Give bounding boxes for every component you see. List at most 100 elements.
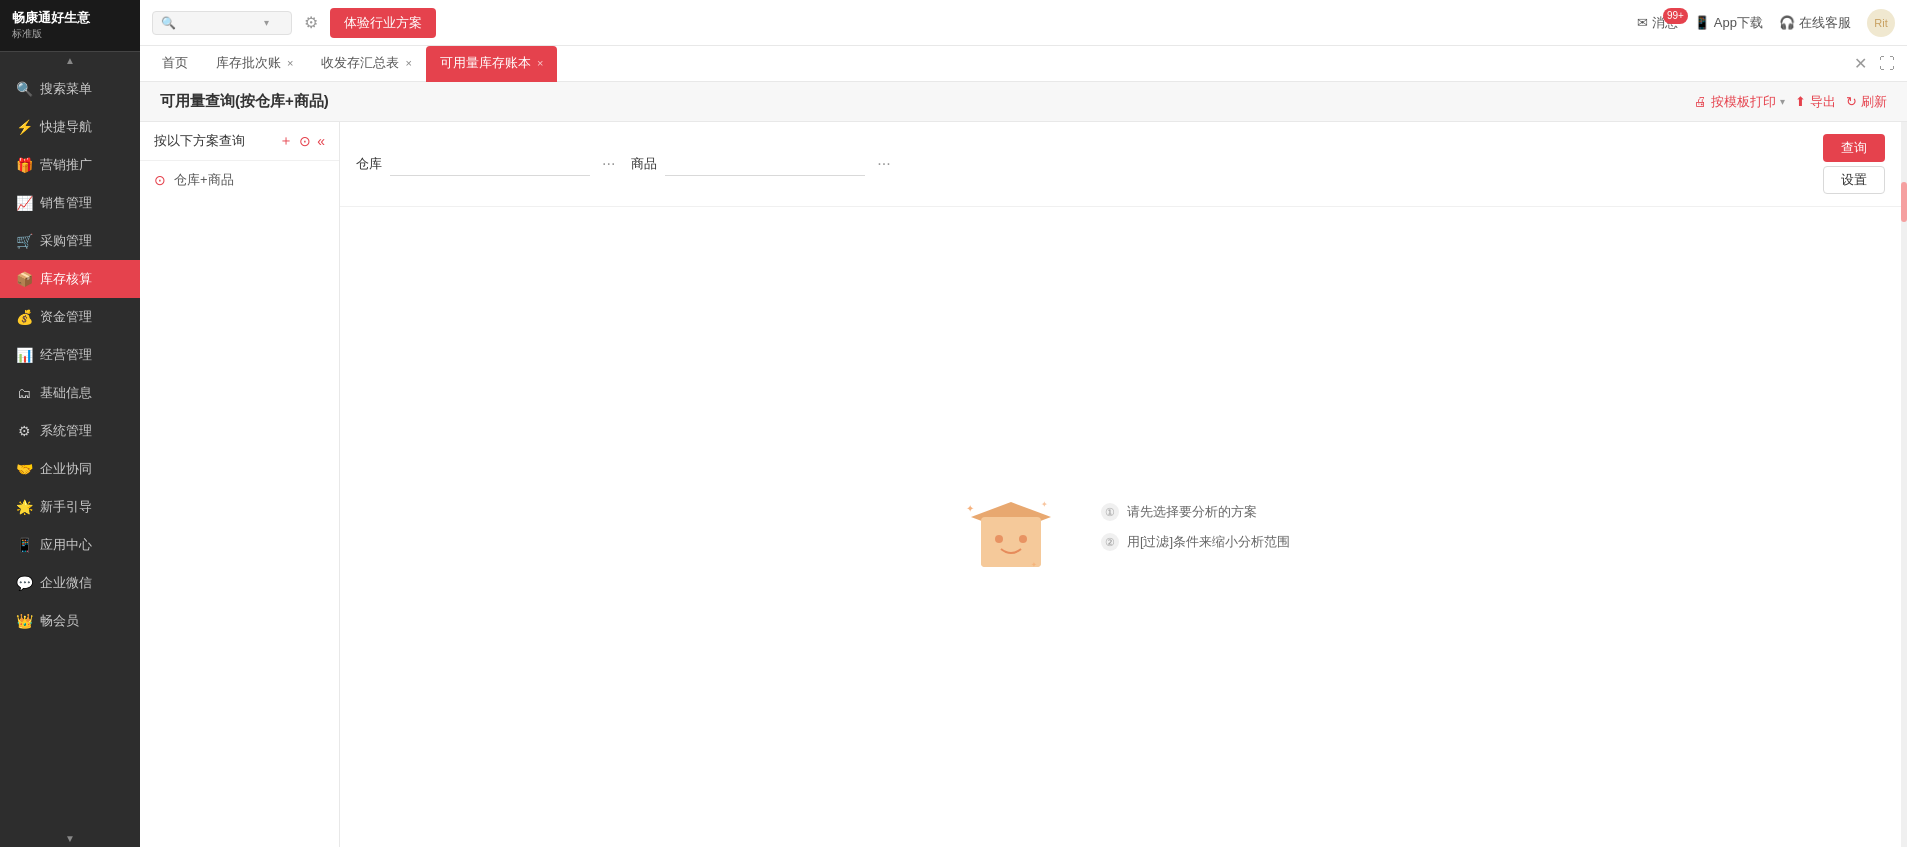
warehouse-field: 仓库 ··· — [356, 152, 615, 176]
sidebar-scroll-down[interactable]: ▼ — [0, 829, 140, 847]
sidebar-item-inventory[interactable]: 📦 库存核算 — [0, 260, 140, 298]
warehouse-icon: ⊙ — [154, 172, 166, 188]
product-label: 商品 — [631, 155, 657, 173]
gear-icon[interactable]: ⚙ — [300, 9, 322, 36]
empty-text: ① 请先选择要分析的方案 ② 用[过滤]条件来缩小分析范围 — [1101, 503, 1290, 551]
sidebar-item-operation[interactable]: 📊 经营管理 — [0, 336, 140, 374]
tab-summary-close[interactable]: × — [405, 57, 411, 69]
sidebar-item-purchase[interactable]: 🛒 采购管理 — [0, 222, 140, 260]
avatar[interactable]: Rit — [1867, 9, 1895, 37]
sidebar-item-label: 新手引导 — [40, 498, 92, 516]
empty-num-1: ① — [1101, 503, 1119, 521]
tab-batch-close[interactable]: × — [287, 57, 293, 69]
sidebar-item-label: 营销推广 — [40, 156, 92, 174]
tab-summary[interactable]: 收发存汇总表 × — [307, 46, 425, 82]
tab-available-close[interactable]: × — [537, 57, 543, 69]
sidebar-item-label: 企业协同 — [40, 460, 92, 478]
sales-icon: 📈 — [16, 195, 32, 211]
sidebar-item-finance[interactable]: 💰 资金管理 — [0, 298, 140, 336]
sidebar-scroll-up[interactable]: ▲ — [0, 52, 140, 70]
empty-illustration: ✦ ✦ ✦ — [951, 467, 1071, 587]
enterprise-icon: 🤝 — [16, 461, 32, 477]
filter-header: 按以下方案查询 ＋ ⊙ « — [140, 122, 339, 161]
sidebar-item-guide[interactable]: 🌟 新手引导 — [0, 488, 140, 526]
sidebar-item-enterprise[interactable]: 🤝 企业协同 — [0, 450, 140, 488]
message-btn[interactable]: ✉ 消息 99+ — [1637, 14, 1678, 32]
online-service-btn[interactable]: 🎧 在线客服 — [1779, 14, 1851, 32]
filter-add-btn[interactable]: ＋ — [279, 132, 293, 150]
gift-icon: 🎁 — [16, 157, 32, 173]
sidebar-item-search[interactable]: 🔍 搜索菜单 — [0, 70, 140, 108]
empty-hint-2-text: 用[过滤]条件来缩小分析范围 — [1127, 533, 1290, 551]
tab-home[interactable]: 首页 — [148, 46, 202, 82]
app-download-btn[interactable]: 📱 App下载 — [1694, 14, 1763, 32]
sidebar-item-shortcut[interactable]: ⚡ 快捷导航 — [0, 108, 140, 146]
filter-item-label: 仓库+商品 — [174, 171, 234, 189]
right-scrollbar — [1901, 122, 1907, 847]
industry-btn[interactable]: 体验行业方案 — [330, 8, 436, 38]
sidebar-item-label: 快捷导航 — [40, 118, 92, 136]
search-icon: 🔍 — [16, 81, 32, 97]
query-btn[interactable]: 查询 — [1823, 134, 1885, 162]
message-icon: ✉ — [1637, 15, 1648, 30]
app-download-label: App下载 — [1714, 14, 1763, 32]
sidebar-item-member[interactable]: 👑 畅会员 — [0, 602, 140, 640]
tab-batch-label: 库存批次账 — [216, 54, 281, 72]
svg-point-4 — [1019, 535, 1027, 543]
filter-collapse-btn[interactable]: « — [317, 132, 325, 150]
filter-warehouse-product[interactable]: ⊙ 仓库+商品 — [140, 161, 339, 199]
filter-settings-btn[interactable]: ⊙ — [299, 132, 311, 150]
system-icon: ⚙ — [16, 423, 32, 439]
page-actions: 🖨 按模板打印 ▾ ⬆ 导出 ↻ 刷新 — [1694, 93, 1887, 111]
sidebar-item-basicinfo[interactable]: 🗂 基础信息 — [0, 374, 140, 412]
empty-state: ✦ ✦ ✦ ① 请先选择要分析的方案 ② 用[过滤]条件来缩小分析范围 — [340, 207, 1901, 847]
operation-icon: 📊 — [16, 347, 32, 363]
empty-svg: ✦ ✦ ✦ — [951, 467, 1071, 587]
sidebar-item-sales[interactable]: 📈 销售管理 — [0, 184, 140, 222]
finance-icon: 💰 — [16, 309, 32, 325]
setting-btn[interactable]: 设置 — [1823, 166, 1885, 194]
sidebar-item-label: 经营管理 — [40, 346, 92, 364]
page-title: 可用量查询(按仓库+商品) — [160, 92, 329, 111]
sidebar-item-label: 企业微信 — [40, 574, 92, 592]
filter-title: 按以下方案查询 — [154, 132, 245, 150]
sidebar-item-system[interactable]: ⚙ 系统管理 — [0, 412, 140, 450]
phone-icon: 📱 — [1694, 15, 1710, 30]
print-btn[interactable]: 🖨 按模板打印 ▾ — [1694, 93, 1785, 111]
product-dots[interactable]: ··· — [877, 155, 890, 173]
warehouse-dots[interactable]: ··· — [602, 155, 615, 173]
sidebar-item-wechat[interactable]: 💬 企业微信 — [0, 564, 140, 602]
shortcut-icon: ⚡ — [16, 119, 32, 135]
message-badge: 99+ — [1663, 8, 1688, 24]
guide-icon: 🌟 — [16, 499, 32, 515]
tab-batch[interactable]: 库存批次账 × — [202, 46, 307, 82]
product-field: 商品 ··· — [631, 152, 890, 176]
svg-text:✦: ✦ — [1031, 561, 1037, 568]
sidebar-item-appcenter[interactable]: 📱 应用中心 — [0, 526, 140, 564]
sidebar-nav: 🔍 搜索菜单 ⚡ 快捷导航 🎁 营销推广 📈 销售管理 🛒 采购管理 📦 库存核… — [0, 70, 140, 829]
online-service-label: 在线客服 — [1799, 14, 1851, 32]
tab-expand-btn[interactable]: ⛶ — [1875, 50, 1899, 77]
refresh-label: 刷新 — [1861, 93, 1887, 111]
search-input[interactable] — [180, 16, 260, 30]
print-icon: 🖨 — [1694, 94, 1707, 109]
svg-text:✦: ✦ — [1041, 500, 1048, 509]
chevron-down-icon: ▾ — [264, 17, 269, 28]
warehouse-input[interactable] — [390, 152, 590, 176]
tab-available[interactable]: 可用量库存账本 × — [426, 46, 557, 82]
export-btn[interactable]: ⬆ 导出 — [1795, 93, 1836, 111]
app-name: 畅康通好生意 — [12, 10, 128, 27]
tabs-bar: 首页 库存批次账 × 收发存汇总表 × 可用量库存账本 × ✕ ⛶ — [140, 46, 1907, 82]
main-area: 🔍 ▾ ⚙ 体验行业方案 ✉ 消息 99+ 📱 App下载 🎧 在线客服 Rit — [140, 0, 1907, 847]
sidebar-item-label: 系统管理 — [40, 422, 92, 440]
refresh-btn[interactable]: ↻ 刷新 — [1846, 93, 1887, 111]
print-label: 按模板打印 — [1711, 93, 1776, 111]
sidebar-item-marketing[interactable]: 🎁 营销推广 — [0, 146, 140, 184]
page-header: 可用量查询(按仓库+商品) 🖨 按模板打印 ▾ ⬆ 导出 ↻ 刷新 — [140, 82, 1907, 122]
product-input[interactable] — [665, 152, 865, 176]
sidebar-item-label: 销售管理 — [40, 194, 92, 212]
svg-text:✦: ✦ — [966, 503, 974, 514]
tab-available-label: 可用量库存账本 — [440, 54, 531, 72]
topbar-search-box[interactable]: 🔍 ▾ — [152, 11, 292, 35]
tab-close-btn[interactable]: ✕ — [1850, 50, 1871, 77]
